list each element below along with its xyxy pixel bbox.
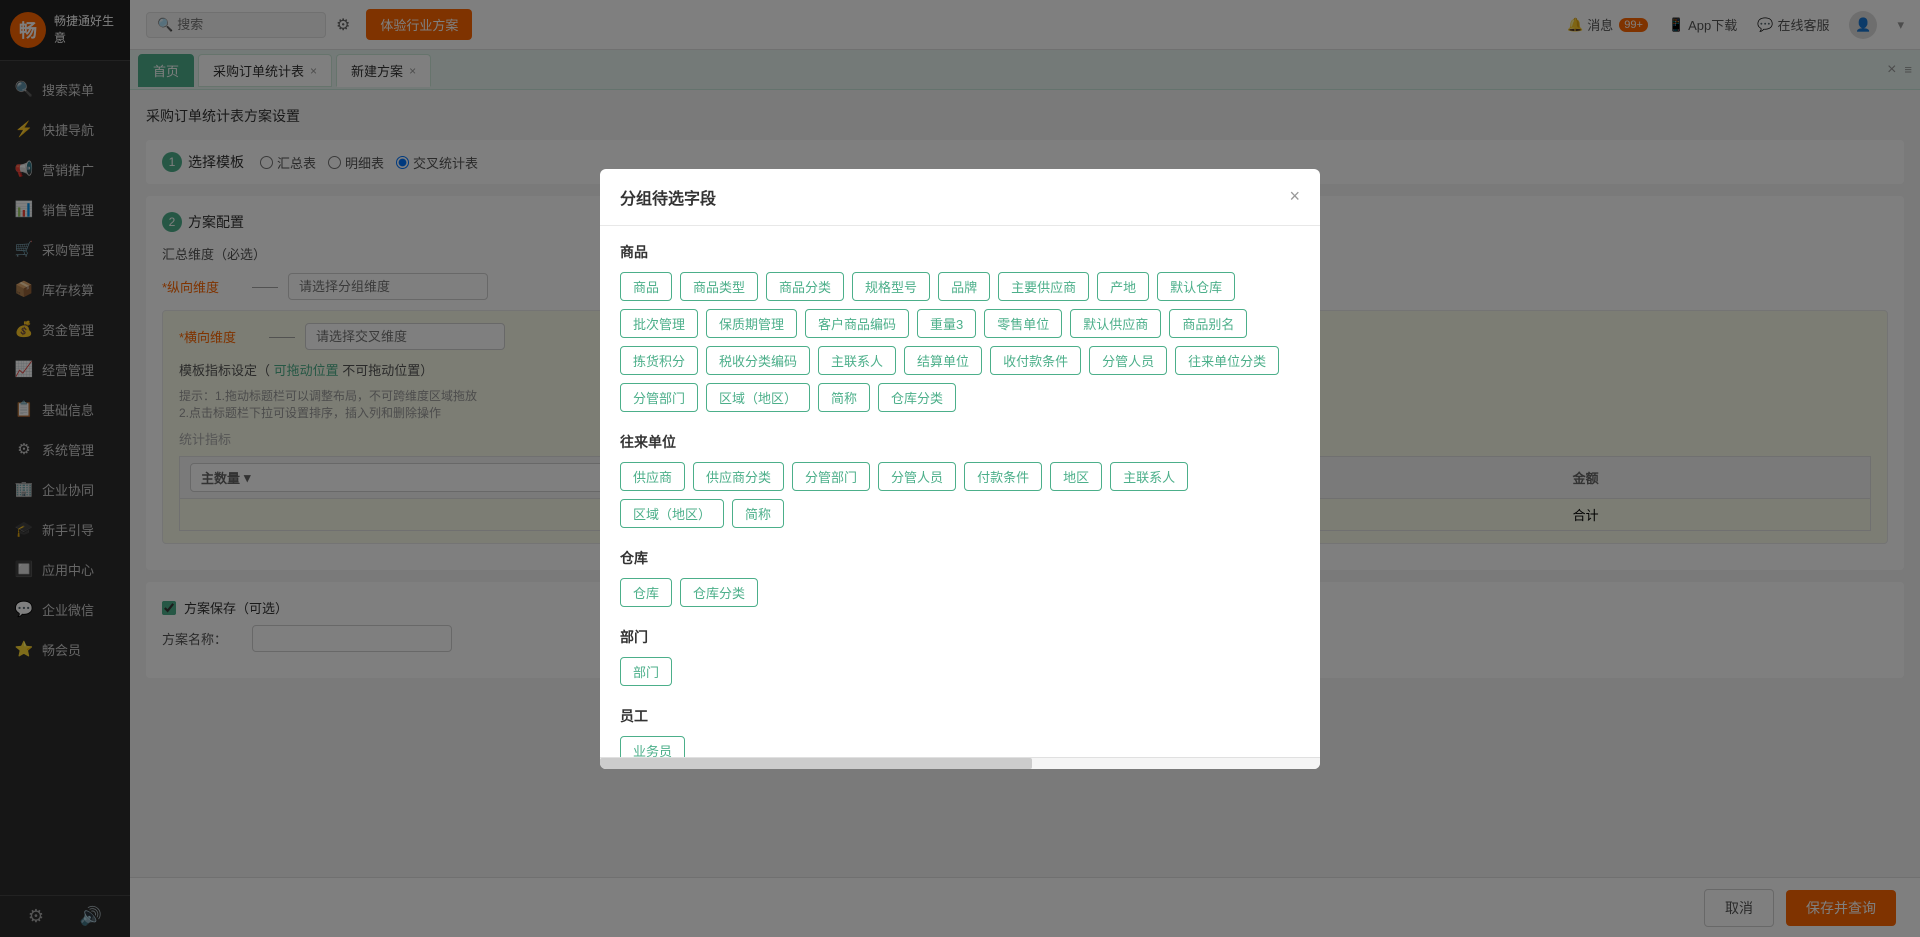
field-payment-terms[interactable]: 付款条件 [964, 462, 1042, 491]
field-area[interactable]: 地区 [1050, 462, 1102, 491]
field-warehouse-cat[interactable]: 仓库分类 [680, 578, 758, 607]
section-partner: 往来单位 供应商 供应商分类 分管部门 分管人员 付款条件 地区 主联系人 区域… [620, 432, 1300, 528]
modal-hscrollbar[interactable] [600, 757, 1320, 769]
field-supervisor[interactable]: 分管人员 [1089, 346, 1167, 375]
section-goods: 商品 商品 商品类型 商品分类 规格型号 品牌 主要供应商 产地 默认仓库 批次… [620, 242, 1300, 412]
dept-fields: 部门 [620, 657, 1300, 686]
field-origin[interactable]: 产地 [1097, 272, 1149, 301]
field-goods-alias[interactable]: 商品别名 [1169, 309, 1247, 338]
field-goods-cat[interactable]: 商品分类 [766, 272, 844, 301]
field-main-contact[interactable]: 主联系人 [818, 346, 896, 375]
field-goods[interactable]: 商品 [620, 272, 672, 301]
field-goods-type[interactable]: 商品类型 [680, 272, 758, 301]
section-employee-title: 员工 [620, 706, 1300, 726]
field-employee[interactable]: 业务员 [620, 736, 685, 757]
modal-hscrollbar-thumb [600, 758, 1032, 769]
modal: 分组待选字段 × 商品 商品 商品类型 商品分类 规格型号 品牌 主要供应商 产… [600, 169, 1320, 769]
section-partner-title: 往来单位 [620, 432, 1300, 452]
field-region2[interactable]: 区域（地区） [620, 499, 724, 528]
field-shelf-life[interactable]: 保质期管理 [706, 309, 797, 338]
field-batch-mgmt[interactable]: 批次管理 [620, 309, 698, 338]
field-pick-points[interactable]: 拣货积分 [620, 346, 698, 375]
field-mgmt-person[interactable]: 分管人员 [878, 462, 956, 491]
field-supplier[interactable]: 供应商 [620, 462, 685, 491]
field-partner-cat[interactable]: 往来单位分类 [1175, 346, 1279, 375]
goods-fields: 商品 商品类型 商品分类 规格型号 品牌 主要供应商 产地 默认仓库 批次管理 … [620, 272, 1300, 412]
field-customer-code[interactable]: 客户商品编码 [805, 309, 909, 338]
field-settle-unit[interactable]: 结算单位 [904, 346, 982, 375]
field-weight[interactable]: 重量3 [917, 309, 976, 338]
field-main-contact2[interactable]: 主联系人 [1110, 462, 1188, 491]
field-default-supplier[interactable]: 默认供应商 [1070, 309, 1161, 338]
field-default-warehouse[interactable]: 默认仓库 [1157, 272, 1235, 301]
modal-body: 商品 商品 商品类型 商品分类 规格型号 品牌 主要供应商 产地 默认仓库 批次… [600, 226, 1320, 757]
warehouse-fields: 仓库 仓库分类 [620, 578, 1300, 607]
field-spec[interactable]: 规格型号 [852, 272, 930, 301]
field-pay-terms[interactable]: 收付款条件 [990, 346, 1081, 375]
partner-fields: 供应商 供应商分类 分管部门 分管人员 付款条件 地区 主联系人 区域（地区） … [620, 462, 1300, 528]
field-region1[interactable]: 区域（地区） [706, 383, 810, 412]
section-dept-title: 部门 [620, 627, 1300, 647]
field-department[interactable]: 部门 [620, 657, 672, 686]
field-retail-unit[interactable]: 零售单位 [984, 309, 1062, 338]
field-warehouse-cat1[interactable]: 仓库分类 [878, 383, 956, 412]
field-warehouse[interactable]: 仓库 [620, 578, 672, 607]
section-department: 部门 部门 [620, 627, 1300, 686]
field-tax-code[interactable]: 税收分类编码 [706, 346, 810, 375]
field-abbr1[interactable]: 简称 [818, 383, 870, 412]
field-dept[interactable]: 分管部门 [620, 383, 698, 412]
section-employee: 员工 业务员 [620, 706, 1300, 757]
modal-title: 分组待选字段 [620, 185, 716, 209]
modal-overlay: 分组待选字段 × 商品 商品 商品类型 商品分类 规格型号 品牌 主要供应商 产… [0, 0, 1920, 937]
section-warehouse-title: 仓库 [620, 548, 1300, 568]
field-main-supplier[interactable]: 主要供应商 [998, 272, 1089, 301]
field-brand[interactable]: 品牌 [938, 272, 990, 301]
field-mgmt-dept[interactable]: 分管部门 [792, 462, 870, 491]
section-goods-title: 商品 [620, 242, 1300, 262]
field-abbr2[interactable]: 简称 [732, 499, 784, 528]
field-supplier-cat[interactable]: 供应商分类 [693, 462, 784, 491]
employee-fields: 业务员 [620, 736, 1300, 757]
modal-close-btn[interactable]: × [1289, 186, 1300, 207]
modal-header: 分组待选字段 × [600, 169, 1320, 226]
section-warehouse: 仓库 仓库 仓库分类 [620, 548, 1300, 607]
